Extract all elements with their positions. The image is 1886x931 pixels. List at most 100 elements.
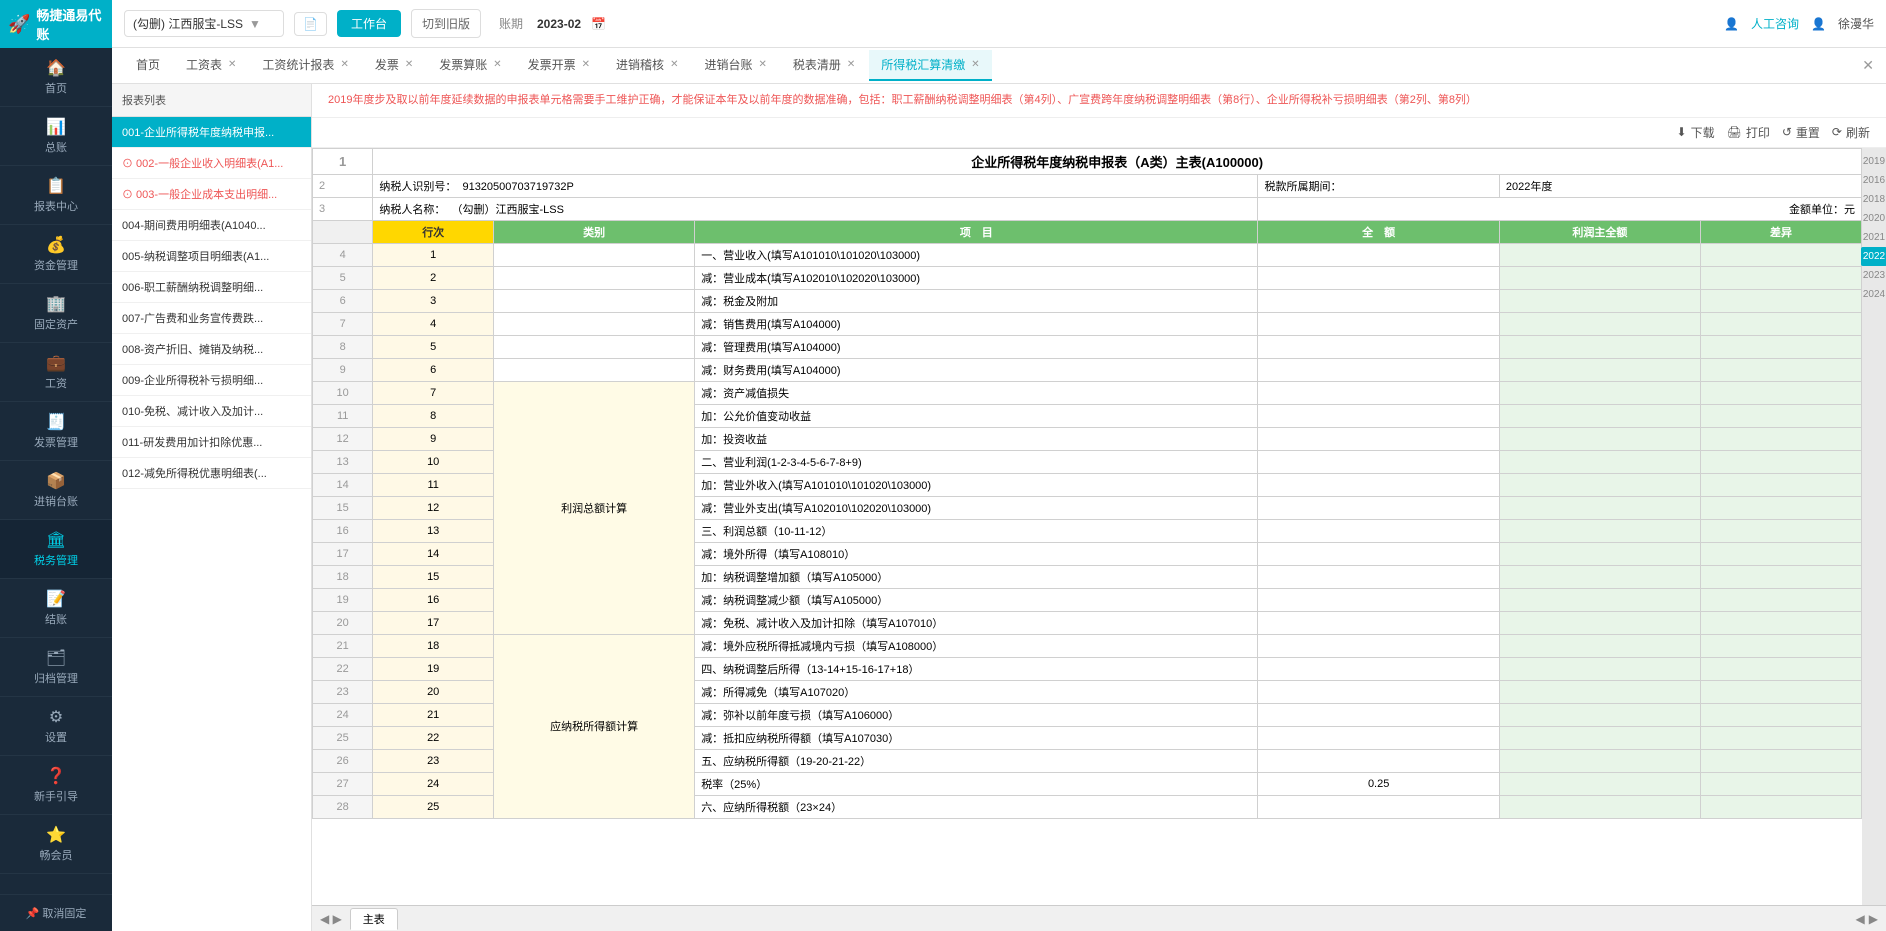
item-cell[interactable]: 减：抵扣应纳税所得额（填写A107030） bbox=[695, 726, 1258, 749]
item-cell[interactable]: 减：营业成本(填写A102010\102020\103000) bbox=[695, 266, 1258, 289]
amount-cell[interactable] bbox=[1258, 266, 1499, 289]
item-cell[interactable]: 减：税金及附加 bbox=[695, 289, 1258, 312]
tab-close-icon[interactable]: ✕ bbox=[670, 59, 678, 70]
amount-cell[interactable] bbox=[1258, 588, 1499, 611]
diff-cell[interactable] bbox=[1701, 312, 1862, 335]
item-cell[interactable]: 减：境外应税所得抵减境内亏损（填写A108000） bbox=[695, 634, 1258, 657]
scroll-left-icon[interactable]: ◀ bbox=[1856, 912, 1865, 926]
profit-cell[interactable] bbox=[1499, 473, 1700, 496]
tab-工资表[interactable]: 工资表✕ bbox=[174, 50, 248, 81]
diff-cell[interactable] bbox=[1701, 450, 1862, 473]
service-label[interactable]: 人工咨询 bbox=[1751, 15, 1799, 32]
left-item-012[interactable]: 012-减免所得税优惠明细表(... bbox=[112, 458, 311, 489]
diff-cell[interactable] bbox=[1701, 358, 1862, 381]
profit-cell[interactable] bbox=[1499, 703, 1700, 726]
left-item-010[interactable]: 010-免税、减计收入及加计... bbox=[112, 396, 311, 427]
timeline-year-2018[interactable]: 2018 bbox=[1861, 190, 1886, 209]
diff-cell[interactable] bbox=[1701, 703, 1862, 726]
sidebar-pin[interactable]: 📌 取消固定 bbox=[0, 894, 112, 931]
profit-cell[interactable] bbox=[1499, 243, 1700, 266]
left-item-001[interactable]: 001-企业所得税年度纳税申报... bbox=[112, 117, 311, 148]
timeline-year-2021[interactable]: 2021 bbox=[1861, 228, 1886, 247]
left-item-006[interactable]: 006-职工薪酬纳税调整明细... bbox=[112, 272, 311, 303]
tab-close-icon[interactable]: ✕ bbox=[405, 59, 413, 70]
tab-close-icon[interactable]: ✕ bbox=[340, 59, 348, 70]
left-item-004[interactable]: 004-期间费用明细表(A1040... bbox=[112, 210, 311, 241]
tab-进销台账[interactable]: 进销台账✕ bbox=[692, 50, 778, 81]
diff-cell[interactable] bbox=[1701, 588, 1862, 611]
diff-cell[interactable] bbox=[1701, 611, 1862, 634]
sidebar-item-归档管理[interactable]: 🗂归档管理 bbox=[0, 638, 112, 697]
diff-cell[interactable] bbox=[1701, 657, 1862, 680]
item-cell[interactable]: 减：管理费用(填写A104000) bbox=[695, 335, 1258, 358]
item-cell[interactable]: 减：所得减免（填写A107020） bbox=[695, 680, 1258, 703]
company-selector[interactable]: (勾删) 江西服宝-LSS ▼ bbox=[124, 10, 284, 37]
amount-cell[interactable]: 0.25 bbox=[1258, 772, 1499, 795]
spreadsheet-container[interactable]: 1企业所得税年度纳税申报表（A类）主表(A100000)2纳税人识别号： 913… bbox=[312, 148, 1862, 906]
profit-cell[interactable] bbox=[1499, 542, 1700, 565]
amount-cell[interactable] bbox=[1258, 795, 1499, 818]
profit-cell[interactable] bbox=[1499, 519, 1700, 542]
diff-cell[interactable] bbox=[1701, 381, 1862, 404]
print-btn[interactable]: 🖨 打印 bbox=[1727, 124, 1770, 141]
sidebar-item-报表中心[interactable]: 📋报表中心 bbox=[0, 166, 112, 225]
scroll-right-icon[interactable]: ▶ bbox=[1869, 912, 1878, 926]
diff-cell[interactable] bbox=[1701, 772, 1862, 795]
diff-cell[interactable] bbox=[1701, 795, 1862, 818]
amount-cell[interactable] bbox=[1258, 726, 1499, 749]
amount-cell[interactable] bbox=[1258, 404, 1499, 427]
profit-cell[interactable] bbox=[1499, 772, 1700, 795]
sidebar-item-税务管理[interactable]: 🏛税务管理 bbox=[0, 520, 112, 579]
diff-cell[interactable] bbox=[1701, 473, 1862, 496]
item-cell[interactable]: 减：免税、减计收入及加计扣除（填写A107010） bbox=[695, 611, 1258, 634]
user-name[interactable]: 徐漫华 bbox=[1838, 15, 1874, 32]
sidebar-item-工资[interactable]: 💼工资 bbox=[0, 343, 112, 402]
amount-cell[interactable] bbox=[1258, 358, 1499, 381]
tab-发票开票[interactable]: 发票开票✕ bbox=[516, 50, 602, 81]
profit-cell[interactable] bbox=[1499, 450, 1700, 473]
diff-cell[interactable] bbox=[1701, 726, 1862, 749]
profit-cell[interactable] bbox=[1499, 657, 1700, 680]
left-item-007[interactable]: 007-广告费和业务宣传费跌... bbox=[112, 303, 311, 334]
timeline-year-2023[interactable]: 2023 bbox=[1861, 266, 1886, 285]
diff-cell[interactable] bbox=[1701, 335, 1862, 358]
sidebar-item-固定资产[interactable]: 🏢固定资产 bbox=[0, 284, 112, 343]
profit-cell[interactable] bbox=[1499, 335, 1700, 358]
amount-cell[interactable] bbox=[1258, 427, 1499, 450]
doc-icon-btn[interactable]: 📄 bbox=[294, 12, 327, 36]
left-item-008[interactable]: 008-资产折旧、摊销及纳税... bbox=[112, 334, 311, 365]
profit-cell[interactable] bbox=[1499, 634, 1700, 657]
diff-cell[interactable] bbox=[1701, 519, 1862, 542]
tab-发票[interactable]: 发票✕ bbox=[363, 50, 425, 81]
tab-税表清册[interactable]: 税表清册✕ bbox=[781, 50, 867, 81]
item-cell[interactable]: 一、营业收入(填写A101010\101020\103000) bbox=[695, 243, 1258, 266]
timeline-year-2020[interactable]: 2020 bbox=[1861, 209, 1886, 228]
amount-cell[interactable] bbox=[1258, 657, 1499, 680]
item-cell[interactable]: 六、应纳所得税额（23×24） bbox=[695, 795, 1258, 818]
close-all-tabs[interactable]: ✕ bbox=[1862, 57, 1874, 74]
tab-发票算账[interactable]: 发票算账✕ bbox=[427, 50, 513, 81]
sidebar-item-资金管理[interactable]: 💰资金管理 bbox=[0, 225, 112, 284]
item-cell[interactable]: 三、利润总额（10-11-12） bbox=[695, 519, 1258, 542]
diff-cell[interactable] bbox=[1701, 542, 1862, 565]
diff-cell[interactable] bbox=[1701, 496, 1862, 519]
item-cell[interactable]: 加：投资收益 bbox=[695, 427, 1258, 450]
item-cell[interactable]: 减：财务费用(填写A104000) bbox=[695, 358, 1258, 381]
sidebar-item-总账[interactable]: 📊总账 bbox=[0, 107, 112, 166]
profit-cell[interactable] bbox=[1499, 289, 1700, 312]
sidebar-item-首页[interactable]: 🏠首页 bbox=[0, 48, 112, 107]
timeline-year-2016[interactable]: 2016 bbox=[1861, 171, 1886, 190]
profit-cell[interactable] bbox=[1499, 266, 1700, 289]
reset-btn[interactable]: ↺ 重置 bbox=[1782, 124, 1820, 141]
diff-cell[interactable] bbox=[1701, 266, 1862, 289]
item-cell[interactable]: 加：公允价值变动收益 bbox=[695, 404, 1258, 427]
profit-cell[interactable] bbox=[1499, 496, 1700, 519]
tab-首页[interactable]: 首页 bbox=[124, 50, 172, 81]
calendar-icon[interactable]: 📅 bbox=[591, 17, 606, 31]
switch-btn[interactable]: 切到旧版 bbox=[411, 9, 481, 38]
item-cell[interactable]: 五、应纳税所得额（19-20-21-22） bbox=[695, 749, 1258, 772]
amount-cell[interactable] bbox=[1258, 335, 1499, 358]
amount-cell[interactable] bbox=[1258, 680, 1499, 703]
tab-close-icon[interactable]: ✕ bbox=[847, 59, 855, 70]
left-item-002[interactable]: ⊙ 002-一般企业收入明细表(A1... bbox=[112, 148, 311, 179]
